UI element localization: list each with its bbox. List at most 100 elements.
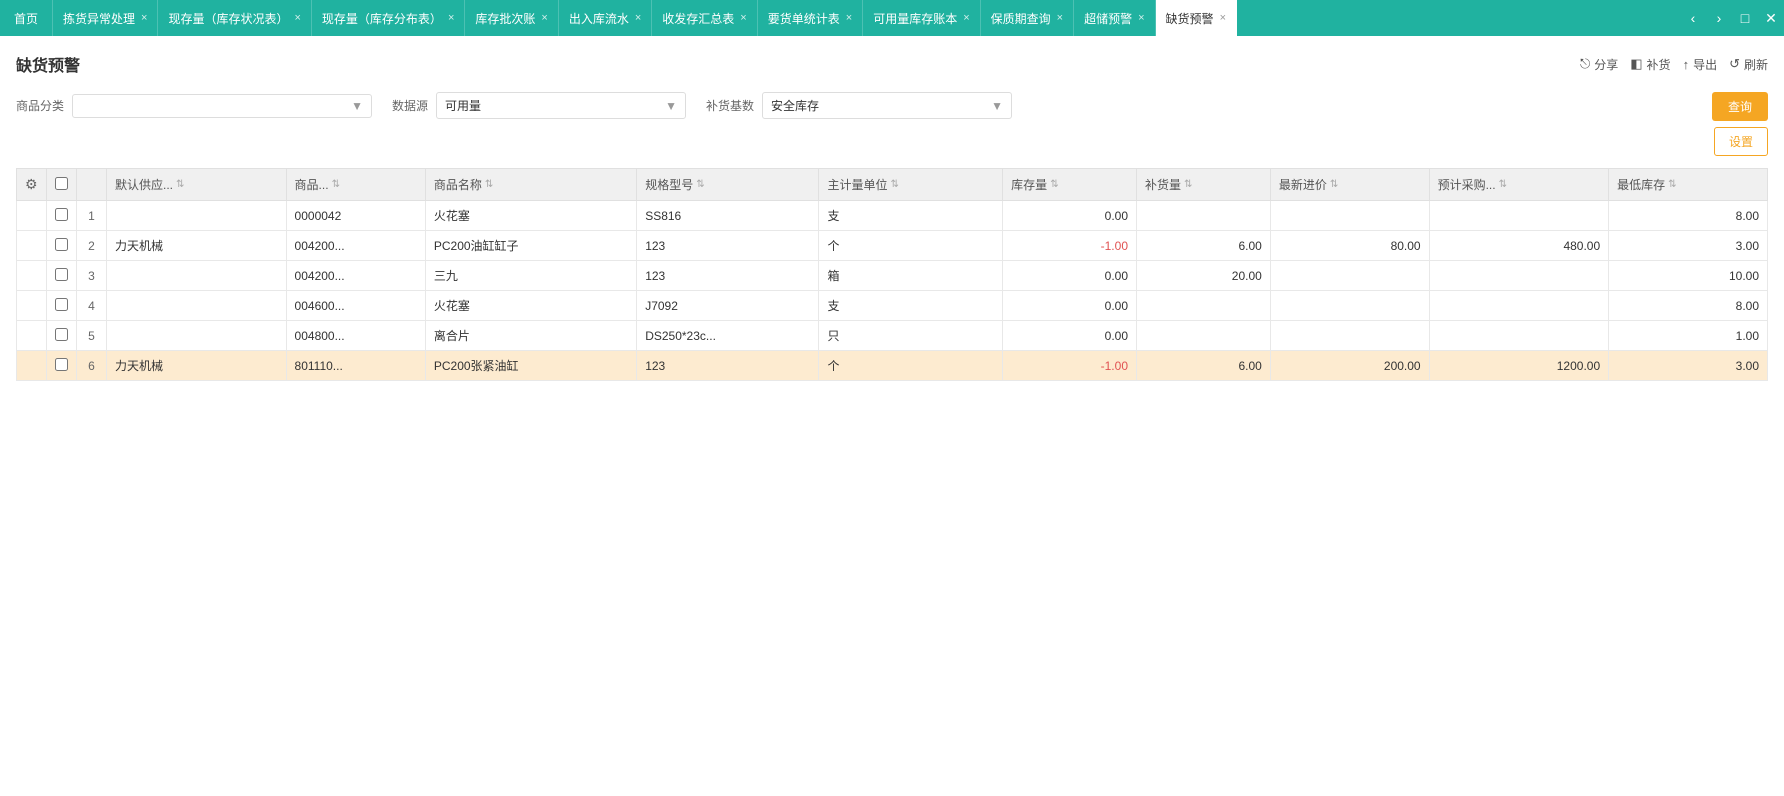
checkbox-header[interactable] xyxy=(47,169,77,201)
category-select[interactable]: ▼ xyxy=(72,94,372,118)
est-purchase-header[interactable]: 预计采购... ⇅ xyxy=(1429,169,1609,201)
row-checkbox-cell[interactable] xyxy=(47,231,77,261)
min-stock-sort[interactable]: 最低库存 ⇅ xyxy=(1617,176,1676,193)
product-name-header[interactable]: 商品名称 ⇅ xyxy=(425,169,636,201)
product-code-sort[interactable]: 商品... ⇅ xyxy=(295,176,340,193)
stock-sort-icon: ⇅ xyxy=(1050,179,1058,190)
tab-close-icon[interactable]: × xyxy=(541,12,547,24)
row-checkbox[interactable] xyxy=(55,328,68,341)
row-checkbox-cell[interactable] xyxy=(47,321,77,351)
select-all-checkbox[interactable] xyxy=(55,177,68,190)
table-body: 1 0000042 火花塞 SS816 支 0.00 8.00 2 力天机械 0… xyxy=(17,201,1768,381)
tab-inventory-dist[interactable]: 现存量（库存分布表） × xyxy=(312,0,465,36)
min-stock-header[interactable]: 最低库存 ⇅ xyxy=(1609,169,1768,201)
spec-sort[interactable]: 规格型号 ⇅ xyxy=(645,176,704,193)
unit-sort[interactable]: 主计量单位 ⇅ xyxy=(827,176,898,193)
row-unit: 个 xyxy=(819,231,1003,261)
data-table: ⚙ 默认供应... ⇅ 商品... ⇅ xyxy=(16,168,1768,381)
refresh-button[interactable]: ↺ 刷新 xyxy=(1729,56,1768,73)
row-stock: -1.00 xyxy=(1003,351,1137,381)
row-checkbox[interactable] xyxy=(55,298,68,311)
default-supplier-header[interactable]: 默认供应... ⇅ xyxy=(107,169,287,201)
tab-window-btn[interactable]: □ xyxy=(1732,0,1758,36)
default-supplier-sort-icon: ⇅ xyxy=(176,179,184,190)
product-code-header[interactable]: 商品... ⇅ xyxy=(286,169,425,201)
min-stock-sort-icon: ⇅ xyxy=(1668,179,1676,190)
min-stock-label: 最低库存 xyxy=(1617,176,1665,193)
row-checkbox-cell[interactable] xyxy=(47,201,77,231)
row-est-purchase xyxy=(1429,291,1609,321)
default-supplier-sort[interactable]: 默认供应... ⇅ xyxy=(115,176,184,193)
row-min-stock: 1.00 xyxy=(1609,321,1768,351)
tab-collect-summary[interactable]: 收发存汇总表 × xyxy=(652,0,757,36)
tab-order-stats[interactable]: 要货单统计表 × xyxy=(758,0,863,36)
row-checkbox-cell[interactable] xyxy=(47,261,77,291)
row-checkbox-cell[interactable] xyxy=(47,291,77,321)
product-name-sort[interactable]: 商品名称 ⇅ xyxy=(434,176,493,193)
table-row: 1 0000042 火花塞 SS816 支 0.00 8.00 xyxy=(17,201,1768,231)
row-spec: 123 xyxy=(637,231,819,261)
row-checkbox[interactable] xyxy=(55,358,68,371)
row-checkbox[interactable] xyxy=(55,208,68,221)
replenish-header[interactable]: 补货量 ⇅ xyxy=(1137,169,1271,201)
gear-header[interactable]: ⚙ xyxy=(17,169,47,201)
tab-available-ledger[interactable]: 可用量库存账本 × xyxy=(863,0,980,36)
settings-button[interactable]: 设置 xyxy=(1714,127,1768,156)
tab-close-icon[interactable]: × xyxy=(1220,12,1226,24)
row-supplier xyxy=(107,291,287,321)
tab-exception[interactable]: 拣货异常处理 × xyxy=(53,0,158,36)
refresh-label: 刷新 xyxy=(1744,56,1768,73)
share-label: 分享 xyxy=(1594,56,1618,73)
tab-close-icon[interactable]: × xyxy=(1057,12,1063,24)
stock-header[interactable]: 库存量 ⇅ xyxy=(1003,169,1137,201)
tab-shortage[interactable]: 缺货预警 × xyxy=(1156,0,1237,36)
row-supplier xyxy=(107,261,287,291)
tab-batch[interactable]: 库存批次账 × xyxy=(465,0,558,36)
unit-label: 主计量单位 xyxy=(827,176,887,193)
tab-next-btn[interactable]: › xyxy=(1706,0,1732,36)
tab-home[interactable]: 首页 xyxy=(0,0,53,36)
gear-icon[interactable]: ⚙ xyxy=(25,176,38,192)
tab-close-icon[interactable]: × xyxy=(963,12,969,24)
row-num: 1 xyxy=(77,201,107,231)
tab-close-icon[interactable]: × xyxy=(635,12,641,24)
tab-close-icon[interactable]: × xyxy=(1138,12,1144,24)
export-button[interactable]: ↑ 导出 xyxy=(1683,56,1718,73)
datasource-filter-label: 数据源 xyxy=(392,97,428,114)
latest-price-header[interactable]: 最新进价 ⇅ xyxy=(1270,169,1429,201)
tab-close-icon[interactable]: × xyxy=(294,12,300,24)
tab-inout-flow[interactable]: 出入库流水 × xyxy=(559,0,652,36)
row-checkbox[interactable] xyxy=(55,238,68,251)
replenish-base-filter-group: 补货基数 安全库存 ▼ xyxy=(706,92,1012,119)
row-product-code: 801110... xyxy=(286,351,425,381)
row-gear-cell xyxy=(17,231,47,261)
tab-overstock[interactable]: 超储预警 × xyxy=(1074,0,1155,36)
tab-close-icon[interactable]: × xyxy=(448,12,454,24)
filter-right-buttons: 查询 设置 xyxy=(1712,92,1768,156)
share-button[interactable]: ⎋ 分享 xyxy=(1580,56,1618,73)
est-purchase-sort[interactable]: 预计采购... ⇅ xyxy=(1438,176,1507,193)
row-checkbox-cell[interactable] xyxy=(47,351,77,381)
replenish-base-select[interactable]: 安全库存 ▼ xyxy=(762,92,1012,119)
tab-close-icon[interactable]: × xyxy=(740,12,746,24)
replenish-button[interactable]: ◧ 补货 xyxy=(1630,56,1670,73)
tab-prev-btn[interactable]: ‹ xyxy=(1680,0,1706,36)
replenish-sort[interactable]: 补货量 ⇅ xyxy=(1145,176,1192,193)
tab-close-icon[interactable]: × xyxy=(846,12,852,24)
row-product-name: 离合片 xyxy=(425,321,636,351)
row-unit: 箱 xyxy=(819,261,1003,291)
unit-header[interactable]: 主计量单位 ⇅ xyxy=(819,169,1003,201)
tab-close-all-btn[interactable]: ✕ xyxy=(1758,0,1784,36)
row-product-code: 004600... xyxy=(286,291,425,321)
stock-sort[interactable]: 库存量 ⇅ xyxy=(1011,176,1058,193)
datasource-select[interactable]: 可用量 ▼ xyxy=(436,92,686,119)
query-button[interactable]: 查询 xyxy=(1712,92,1768,121)
row-supplier xyxy=(107,321,287,351)
tab-inventory-status[interactable]: 现存量（库存状况表） × xyxy=(158,0,311,36)
row-checkbox[interactable] xyxy=(55,268,68,281)
tab-expiry-query[interactable]: 保质期查询 × xyxy=(981,0,1074,36)
table-row: 4 004600... 火花塞 J7092 支 0.00 8.00 xyxy=(17,291,1768,321)
spec-header[interactable]: 规格型号 ⇅ xyxy=(637,169,819,201)
latest-price-sort[interactable]: 最新进价 ⇅ xyxy=(1279,176,1338,193)
tab-close-icon[interactable]: × xyxy=(141,12,147,24)
